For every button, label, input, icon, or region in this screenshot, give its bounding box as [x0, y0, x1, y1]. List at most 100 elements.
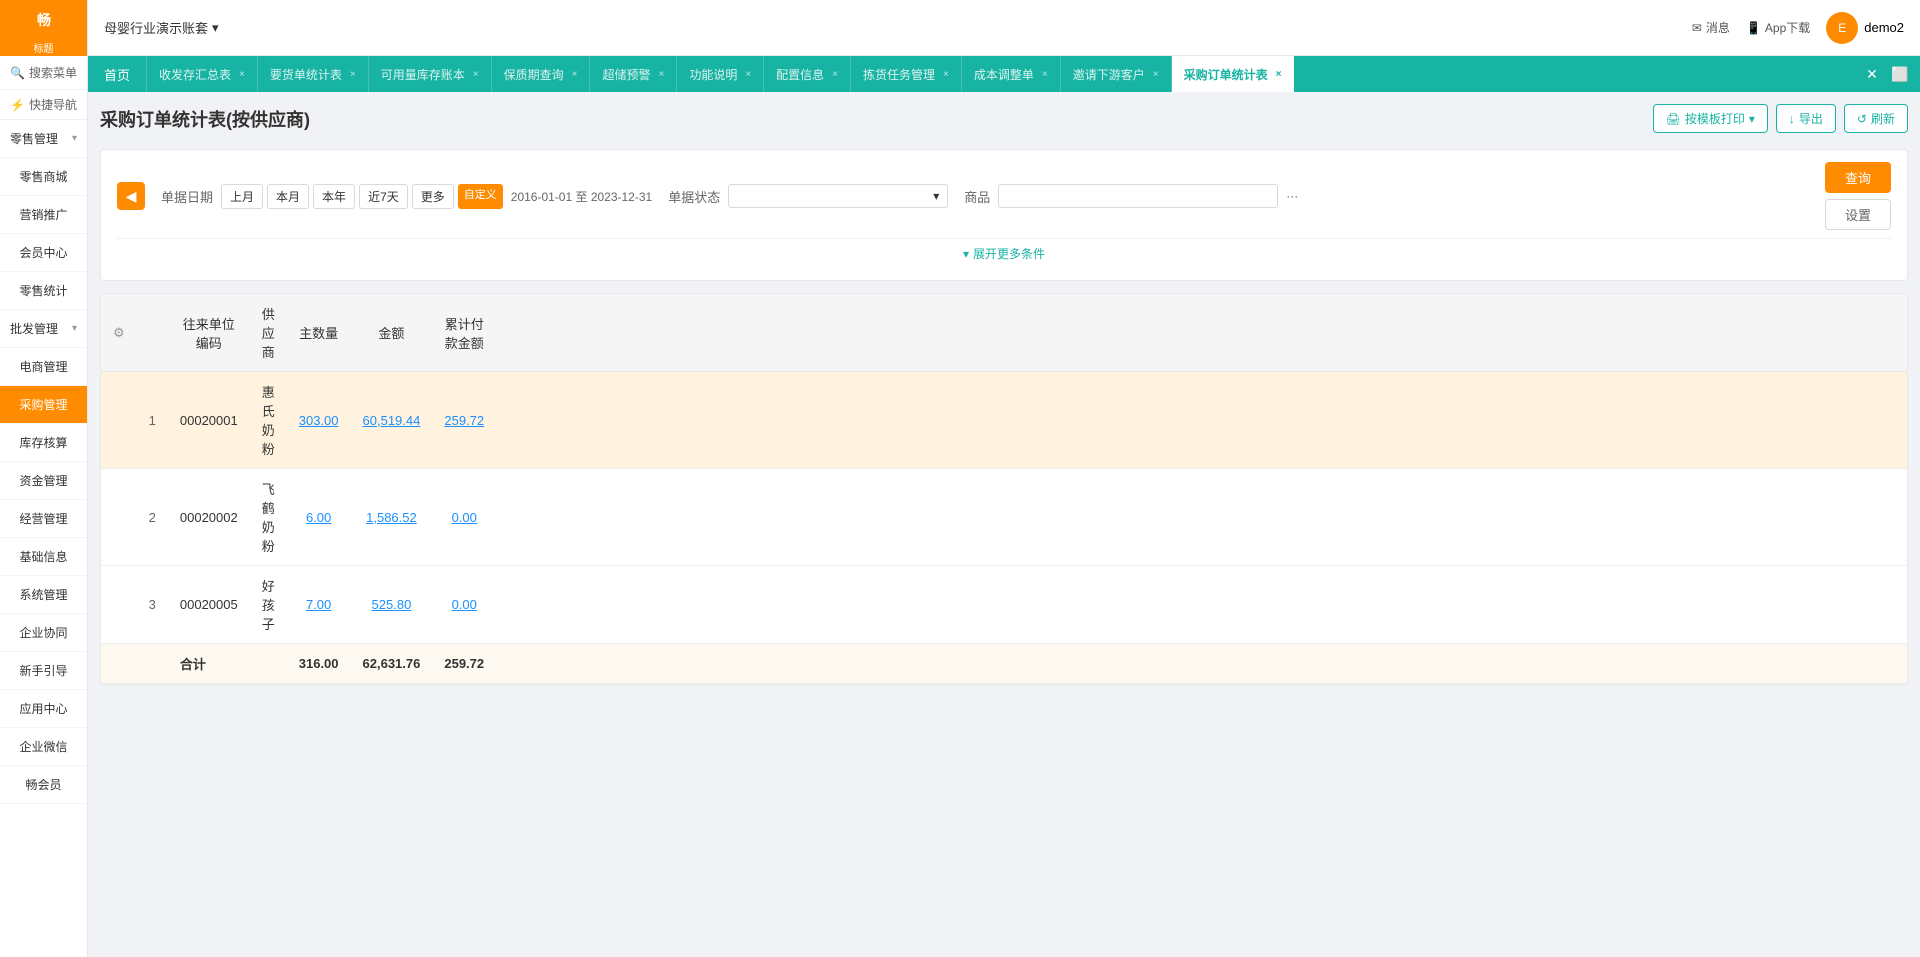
- sidebar-item-inventory[interactable]: 库存核算: [0, 424, 87, 462]
- col-row-num: [137, 294, 168, 372]
- tab-overstock-warning[interactable]: 超储预警 ×: [590, 56, 677, 92]
- tab-purchase-stats[interactable]: 采购订单统计表 ×: [1172, 56, 1295, 92]
- row-amount-cell[interactable]: 60,519.44: [351, 372, 433, 469]
- row-extra-cell: [496, 566, 1907, 644]
- date-btn-this-year[interactable]: 本年: [313, 184, 355, 209]
- more-icon[interactable]: ···: [1286, 189, 1298, 203]
- chevron-down-icon: ▾: [72, 133, 77, 144]
- tab-pick-task[interactable]: 拣货任务管理 ×: [851, 56, 962, 92]
- sidebar-item-operation[interactable]: 经营管理: [0, 500, 87, 538]
- row-quantity-cell[interactable]: 7.00: [287, 566, 351, 644]
- tab-cost-adjust[interactable]: 成本调整单 ×: [962, 56, 1061, 92]
- industry-selector[interactable]: 母婴行业演示账套 ▾: [104, 18, 219, 37]
- tab-close-icon4[interactable]: ×: [572, 69, 578, 80]
- table-row[interactable]: 2 00020002 飞鹤奶粉 6.00 1,586.52 0.00: [101, 469, 1907, 566]
- date-btn-this-month[interactable]: 本月: [267, 184, 309, 209]
- row-num-cell: 1: [137, 372, 168, 469]
- row-amount-cell[interactable]: 1,586.52: [351, 469, 433, 566]
- settings-button[interactable]: 设置: [1825, 199, 1891, 230]
- status-select[interactable]: ▾: [728, 184, 948, 208]
- row-quantity-cell[interactable]: 303.00: [287, 372, 351, 469]
- message-btn[interactable]: ✉ 消息: [1692, 19, 1730, 36]
- tab-home[interactable]: 首页: [88, 56, 147, 92]
- date-range-display: 2016-01-01 至 2023-12-31: [511, 188, 652, 205]
- row-settings-cell: [101, 372, 137, 469]
- table-row[interactable]: 1 00020001 惠氏奶粉 303.00 60,519.44 259.72: [101, 372, 1907, 469]
- print-button[interactable]: 🖨 按模板打印 ▾: [1653, 104, 1768, 133]
- tab-close-icon3[interactable]: ×: [473, 69, 479, 80]
- search-menu-item[interactable]: 🔍 搜索菜单: [0, 56, 87, 90]
- page-header: 采购订单统计表(按供应商) 🖨 按模板打印 ▾ ↓ 导出 ↺ 刷新: [100, 104, 1908, 133]
- col-extra: [496, 294, 1907, 372]
- refresh-button[interactable]: ↺ 刷新: [1844, 104, 1908, 133]
- row-num-cell: 3: [137, 566, 168, 644]
- topbar: 母婴行业演示账套 ▾ ✉ 消息 📱 App下载 E demo2: [88, 0, 1920, 56]
- dropdown-arrow-icon: ▾: [212, 20, 219, 36]
- row-supplier-cell: 飞鹤奶粉: [250, 469, 287, 566]
- date-btn-7days[interactable]: 近7天: [359, 184, 408, 209]
- app-download-btn[interactable]: 📱 App下载: [1746, 19, 1810, 36]
- row-amount-cell[interactable]: 525.80: [351, 566, 433, 644]
- sidebar-item-wholesale[interactable]: 批发管理 ▾: [0, 310, 87, 348]
- tab-close-icon6[interactable]: ×: [745, 69, 751, 80]
- gear-icon[interactable]: ⚙: [113, 325, 125, 340]
- sidebar-item-retail-mgmt[interactable]: 零售管理 ▾: [0, 120, 87, 158]
- sidebar-item-sys-mgmt[interactable]: 系统管理: [0, 576, 87, 614]
- tab-close-icon[interactable]: ×: [239, 69, 245, 80]
- quick-nav-item[interactable]: ⚡ 快捷导航: [0, 90, 87, 120]
- tab-close-icon7[interactable]: ×: [832, 69, 838, 80]
- sidebar-item-retail-stats[interactable]: 零售统计: [0, 272, 87, 310]
- date-btn-more[interactable]: 更多: [412, 184, 454, 209]
- tab-close-icon10[interactable]: ×: [1153, 69, 1159, 80]
- sidebar-item-ecommerce[interactable]: 电商管理: [0, 348, 87, 386]
- tab-inventory-ledger[interactable]: 可用量库存账本 ×: [369, 56, 492, 92]
- product-input[interactable]: [998, 184, 1278, 208]
- expand-conditions-btn[interactable]: ▾ 展开更多条件: [117, 238, 1891, 268]
- app-logo[interactable]: 畅 标题: [0, 0, 87, 56]
- row-settings-cell: [101, 469, 137, 566]
- tab-close-icon9[interactable]: ×: [1042, 69, 1048, 80]
- tab-close-icon11[interactable]: ×: [1276, 69, 1282, 80]
- tab-warranty-query[interactable]: 保质期查询 ×: [492, 56, 591, 92]
- tab-maximize-btn[interactable]: ⬜: [1888, 62, 1912, 86]
- row-paid-cell[interactable]: 0.00: [432, 566, 496, 644]
- tab-close-icon8[interactable]: ×: [943, 69, 949, 80]
- tab-config-info[interactable]: 配置信息 ×: [764, 56, 851, 92]
- tab-close-icon5[interactable]: ×: [658, 69, 664, 80]
- col-quantity: 主数量: [287, 294, 351, 372]
- sidebar-item-marketing[interactable]: 营销推广: [0, 196, 87, 234]
- tab-close-all-btn[interactable]: ✕: [1860, 62, 1884, 86]
- row-num-cell: 2: [137, 469, 168, 566]
- table-row[interactable]: 3 00020005 好孩子 7.00 525.80 0.00: [101, 566, 1907, 644]
- row-paid-cell[interactable]: 259.72: [432, 372, 496, 469]
- query-button[interactable]: 查询: [1825, 162, 1891, 193]
- row-quantity-cell[interactable]: 6.00: [287, 469, 351, 566]
- tab-receive-summary[interactable]: 收发存汇总表 ×: [147, 56, 258, 92]
- logo-icon: 畅: [26, 2, 62, 38]
- sidebar-item-enterprise-wx[interactable]: 企业微信: [0, 728, 87, 766]
- export-button[interactable]: ↓ 导出: [1776, 104, 1836, 133]
- row-extra-cell: [496, 372, 1907, 469]
- data-table: ⚙ 往来单位编码 供应商 主数量 金额 累计付款金额 1 00020001: [101, 294, 1907, 684]
- tab-feature-desc[interactable]: 功能说明 ×: [677, 56, 764, 92]
- sidebar-item-app-center[interactable]: 应用中心: [0, 690, 87, 728]
- sidebar-item-enterprise[interactable]: 企业协同: [0, 614, 87, 652]
- date-btn-last-month[interactable]: 上月: [221, 184, 263, 209]
- row-paid-cell[interactable]: 0.00: [432, 469, 496, 566]
- tab-order-summary[interactable]: 要货单统计表 ×: [258, 56, 369, 92]
- sidebar-item-purchase[interactable]: 采购管理: [0, 386, 87, 424]
- data-table-wrapper: ⚙ 往来单位编码 供应商 主数量 金额 累计付款金额 1 00020001: [100, 293, 1908, 685]
- custom-date-badge[interactable]: 自定义: [458, 184, 503, 209]
- tab-invite-downstream[interactable]: 邀请下游客户 ×: [1061, 56, 1172, 92]
- user-menu[interactable]: E demo2: [1826, 12, 1904, 44]
- sidebar-item-finance[interactable]: 资金管理: [0, 462, 87, 500]
- page-actions: 🖨 按模板打印 ▾ ↓ 导出 ↺ 刷新: [1653, 104, 1908, 133]
- tab-close-icon2[interactable]: ×: [350, 69, 356, 80]
- footer-quantity-cell: 316.00: [287, 644, 351, 684]
- sidebar-item-new-guide[interactable]: 新手引导: [0, 652, 87, 690]
- filter-collapse-btn[interactable]: ◀: [117, 182, 145, 210]
- sidebar-item-retail-mall[interactable]: 零售商城: [0, 158, 87, 196]
- sidebar-item-basic-info[interactable]: 基础信息: [0, 538, 87, 576]
- sidebar-item-members[interactable]: 会员中心: [0, 234, 87, 272]
- sidebar-item-vip[interactable]: 畅会员: [0, 766, 87, 804]
